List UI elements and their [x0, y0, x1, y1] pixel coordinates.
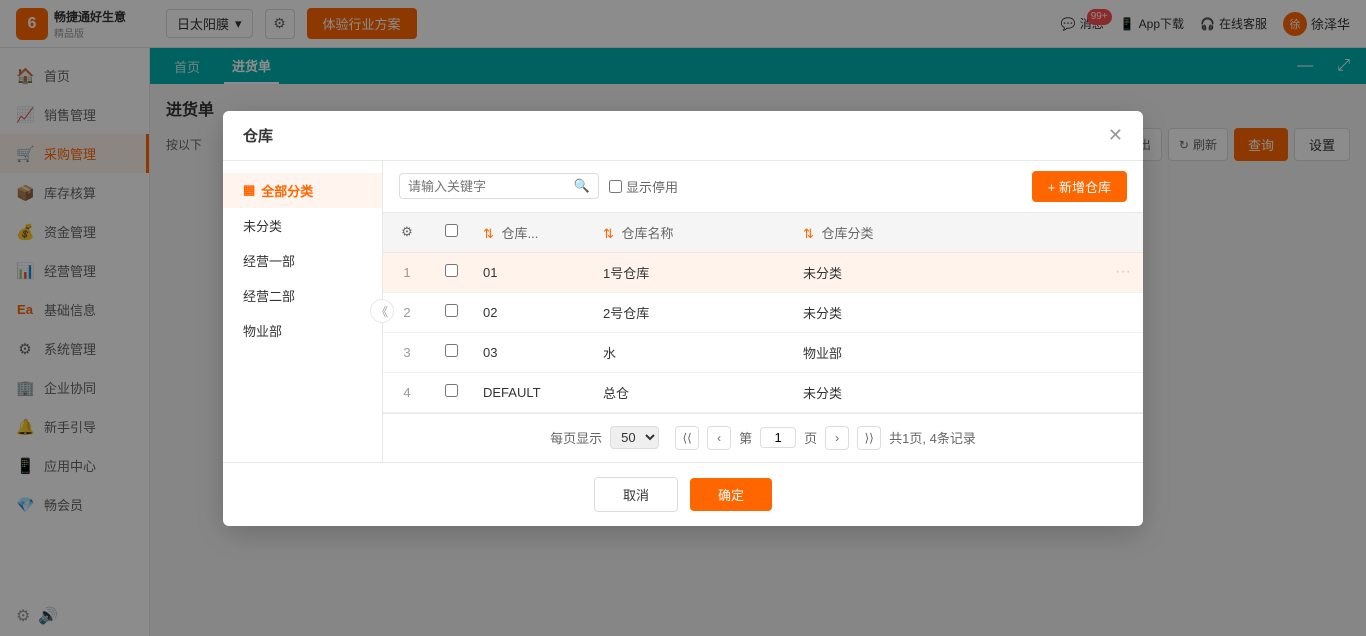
table-row[interactable]: 3 03 水 物业部 — [383, 332, 1143, 372]
table-header-row: ⚙ ⇅ 仓库... ⇅ 仓库名称 — [383, 213, 1143, 253]
prev-page-button[interactable]: ‹ — [707, 426, 731, 450]
modal-close-button[interactable]: ✕ — [1108, 125, 1123, 146]
name-column-header[interactable]: ⇅ 仓库名称 — [591, 213, 791, 253]
row-name: 水 — [591, 332, 791, 372]
table-row[interactable]: 1 01 1号仓库 未分类 ··· — [383, 252, 1143, 292]
category-ops1[interactable]: 经营一部 — [223, 243, 382, 278]
pagination: 每页显示 50 ⟨⟨ ‹ 第 页 › ⟩⟩ 共1页, 4条记录 — [383, 413, 1143, 462]
code-column-header[interactable]: ⇅ 仓库... — [471, 213, 591, 253]
select-all-checkbox[interactable] — [445, 224, 458, 237]
collapse-button[interactable]: 《 — [370, 299, 394, 323]
show-disabled-checkbox[interactable] — [609, 180, 622, 193]
row-code: 01 — [471, 252, 591, 292]
category-property[interactable]: 物业部 — [223, 313, 382, 348]
row-name: 总仓 — [591, 372, 791, 412]
search-input[interactable] — [408, 179, 568, 194]
checkbox-column-header — [431, 213, 471, 253]
row-checkbox-cell[interactable] — [431, 332, 471, 372]
modal-body: 《 ▦ 全部分类 未分类 经营一部 经营二部 物业部 — [223, 161, 1143, 462]
row-category: 未分类 ··· — [791, 252, 1143, 292]
modal-header: 仓库 ✕ — [223, 111, 1143, 161]
total-info: 共1页, 4条记录 — [889, 428, 976, 447]
row-checkbox[interactable] — [445, 264, 458, 277]
cancel-button[interactable]: 取消 — [594, 477, 678, 512]
add-warehouse-button[interactable]: + 新增仓库 — [1032, 171, 1127, 202]
row-number: 1 — [383, 252, 431, 292]
page-unit-label: 页 — [804, 428, 817, 447]
modal-title: 仓库 — [243, 125, 273, 146]
first-page-button[interactable]: ⟨⟨ — [675, 426, 699, 450]
per-page-select[interactable]: 50 — [610, 426, 659, 449]
grid-icon: ▦ — [243, 182, 255, 198]
row-category: 未分类 — [791, 292, 1143, 332]
gear-column-header: ⚙ — [383, 213, 431, 253]
category-column-header[interactable]: ⇅ 仓库分类 — [791, 213, 1143, 253]
row-category: 未分类 — [791, 372, 1143, 412]
category-panel: 《 ▦ 全部分类 未分类 经营一部 经营二部 物业部 — [223, 161, 383, 462]
table-row[interactable]: 4 DEFAULT 总仓 未分类 — [383, 372, 1143, 412]
row-category: 物业部 — [791, 332, 1143, 372]
category-ops2[interactable]: 经营二部 — [223, 278, 382, 313]
right-panel: 🔍 显示停用 + 新增仓库 ⚙ — [383, 161, 1143, 462]
row-name: 1号仓库 — [591, 252, 791, 292]
confirm-button[interactable]: 确定 — [690, 478, 772, 511]
row-code: 03 — [471, 332, 591, 372]
row-code: DEFAULT — [471, 372, 591, 412]
sort-icon-name: ⇅ — [603, 226, 614, 241]
row-checkbox-cell[interactable] — [431, 252, 471, 292]
row-code: 02 — [471, 292, 591, 332]
search-icon[interactable]: 🔍 — [574, 178, 590, 194]
row-checkbox-cell[interactable] — [431, 292, 471, 332]
category-uncategorized[interactable]: 未分类 — [223, 208, 382, 243]
right-toolbar: 🔍 显示停用 + 新增仓库 — [383, 161, 1143, 213]
row-checkbox[interactable] — [445, 304, 458, 317]
show-disabled-label[interactable]: 显示停用 — [609, 177, 678, 196]
per-page-label: 每页显示 — [550, 428, 602, 447]
table-row[interactable]: 2 02 2号仓库 未分类 — [383, 292, 1143, 332]
sort-icon-cat: ⇅ — [803, 226, 814, 241]
warehouse-modal: 仓库 ✕ 《 ▦ 全部分类 未分类 经营一部 经营二部 — [223, 111, 1143, 526]
more-button[interactable]: ··· — [1115, 263, 1131, 281]
search-box[interactable]: 🔍 — [399, 173, 599, 199]
last-page-button[interactable]: ⟩⟩ — [857, 426, 881, 450]
row-checkbox[interactable] — [445, 384, 458, 397]
category-all[interactable]: ▦ 全部分类 — [223, 173, 382, 208]
modal-overlay: 仓库 ✕ 《 ▦ 全部分类 未分类 经营一部 经营二部 — [0, 0, 1366, 636]
page-number-input[interactable] — [760, 427, 796, 448]
row-number: 4 — [383, 372, 431, 412]
row-number: 3 — [383, 332, 431, 372]
next-page-button[interactable]: › — [825, 426, 849, 450]
modal-footer: 取消 确定 — [223, 462, 1143, 526]
row-checkbox-cell[interactable] — [431, 372, 471, 412]
page-prefix-label: 第 — [739, 428, 752, 447]
warehouse-table: ⚙ ⇅ 仓库... ⇅ 仓库名称 — [383, 213, 1143, 413]
row-checkbox[interactable] — [445, 344, 458, 357]
row-name: 2号仓库 — [591, 292, 791, 332]
sort-icon: ⇅ — [483, 226, 494, 241]
